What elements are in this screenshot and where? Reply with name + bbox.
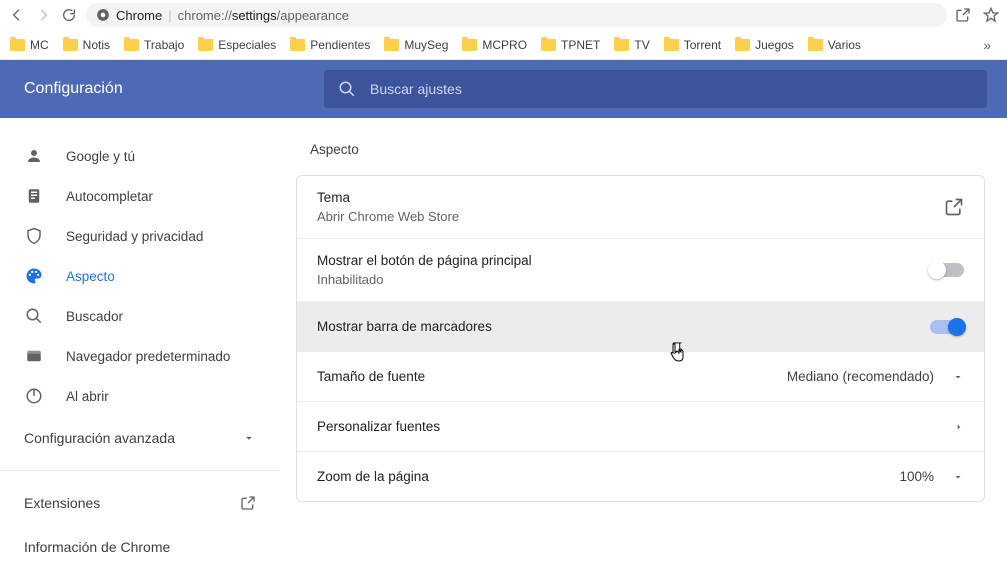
url-scheme-label: Chrome [116, 8, 162, 23]
bookmark-item[interactable]: Varios [808, 38, 861, 52]
section-title: Aspecto [296, 142, 985, 157]
bookmark-item[interactable]: Trabajo [124, 38, 184, 52]
shield-icon [24, 227, 44, 245]
folder-icon [384, 39, 399, 51]
search-icon [24, 307, 44, 325]
bookmark-item[interactable]: MC [10, 38, 49, 52]
external-link-icon [240, 495, 256, 511]
folder-icon [614, 39, 629, 51]
bookmarks-overflow[interactable]: » [977, 37, 997, 53]
sidebar-item-google[interactable]: Google y tú [0, 136, 280, 176]
page-title: Configuración [24, 80, 304, 98]
bookmark-item[interactable]: Especiales [198, 38, 276, 52]
folder-icon [198, 39, 213, 51]
folder-icon [462, 39, 477, 51]
chevron-down-icon [952, 471, 964, 483]
reload-button[interactable] [60, 6, 78, 24]
folder-icon [124, 39, 139, 51]
search-input[interactable] [370, 81, 973, 97]
sidebar-item-search[interactable]: Buscador [0, 296, 280, 336]
row-customize-fonts[interactable]: Personalizar fuentes [297, 401, 984, 451]
search-box[interactable] [324, 70, 987, 108]
bookmark-item[interactable]: Notis [63, 38, 110, 52]
settings-sidebar: Google y tú Autocompletar Seguridad y pr… [0, 118, 280, 554]
bookmark-item[interactable]: Torrent [664, 38, 721, 52]
folder-icon [541, 39, 556, 51]
folder-icon [664, 39, 679, 51]
settings-header: Configuración [0, 60, 1007, 118]
address-bar[interactable]: Chrome | chrome://settings/appearance [86, 3, 947, 27]
row-page-zoom: Zoom de la página 100% [297, 451, 984, 501]
chrome-icon [96, 8, 110, 22]
folder-icon [735, 39, 750, 51]
search-icon [338, 80, 356, 98]
row-bookmarks-bar: Mostrar barra de marcadores [297, 301, 984, 351]
folder-icon [63, 39, 78, 51]
sidebar-advanced[interactable]: Configuración avanzada [0, 416, 280, 460]
url-text: chrome://settings/appearance [178, 8, 349, 23]
star-icon[interactable] [983, 7, 999, 23]
bookmarks-bar: MC Notis Trabajo Especiales Pendientes M… [0, 30, 1007, 60]
forward-button[interactable] [34, 6, 52, 24]
url-divider: | [168, 8, 171, 23]
sidebar-item-default-browser[interactable]: Navegador predeterminado [0, 336, 280, 376]
chevron-down-icon [952, 371, 964, 383]
back-button[interactable] [8, 6, 26, 24]
sidebar-extensions[interactable]: Extensiones [0, 481, 280, 525]
chevron-right-icon [954, 422, 964, 432]
settings-card: Tema Abrir Chrome Web Store Mostrar el b… [296, 175, 985, 502]
person-icon [24, 147, 44, 165]
folder-icon [10, 39, 25, 51]
row-font-size: Tamaño de fuente Mediano (recomendado) [297, 351, 984, 401]
folder-icon [808, 39, 823, 51]
sidebar-item-appearance[interactable]: Aspecto [0, 256, 280, 296]
font-size-dropdown[interactable]: Mediano (recomendado) [787, 369, 964, 384]
sidebar-item-startup[interactable]: Al abrir [0, 376, 280, 416]
zoom-dropdown[interactable]: 100% [899, 469, 964, 484]
share-icon[interactable] [955, 7, 971, 23]
bookmark-item[interactable]: MuySeg [384, 38, 448, 52]
chevron-down-icon [242, 431, 256, 445]
external-link-icon[interactable] [944, 197, 964, 217]
settings-content: Aspecto Tema Abrir Chrome Web Store Most… [280, 118, 1007, 554]
row-home-button: Mostrar el botón de página principal Inh… [297, 238, 984, 301]
sidebar-item-security[interactable]: Seguridad y privacidad [0, 216, 280, 256]
bookmarks-bar-toggle[interactable] [930, 320, 964, 334]
clipboard-icon [24, 187, 44, 205]
home-button-toggle[interactable] [930, 263, 964, 277]
bookmark-item[interactable]: TV [614, 38, 649, 52]
bookmark-item[interactable]: TPNET [541, 38, 600, 52]
browser-icon [24, 347, 44, 365]
sidebar-divider [0, 470, 280, 471]
bookmark-item[interactable]: Pendientes [290, 38, 370, 52]
browser-toolbar: Chrome | chrome://settings/appearance [0, 0, 1007, 30]
folder-icon [290, 39, 305, 51]
bookmark-item[interactable]: MCPRO [462, 38, 527, 52]
row-theme[interactable]: Tema Abrir Chrome Web Store [297, 176, 984, 238]
palette-icon [24, 267, 44, 285]
power-icon [24, 387, 44, 405]
bookmark-item[interactable]: Juegos [735, 38, 794, 52]
sidebar-item-autofill[interactable]: Autocompletar [0, 176, 280, 216]
sidebar-about[interactable]: Información de Chrome [0, 525, 280, 569]
